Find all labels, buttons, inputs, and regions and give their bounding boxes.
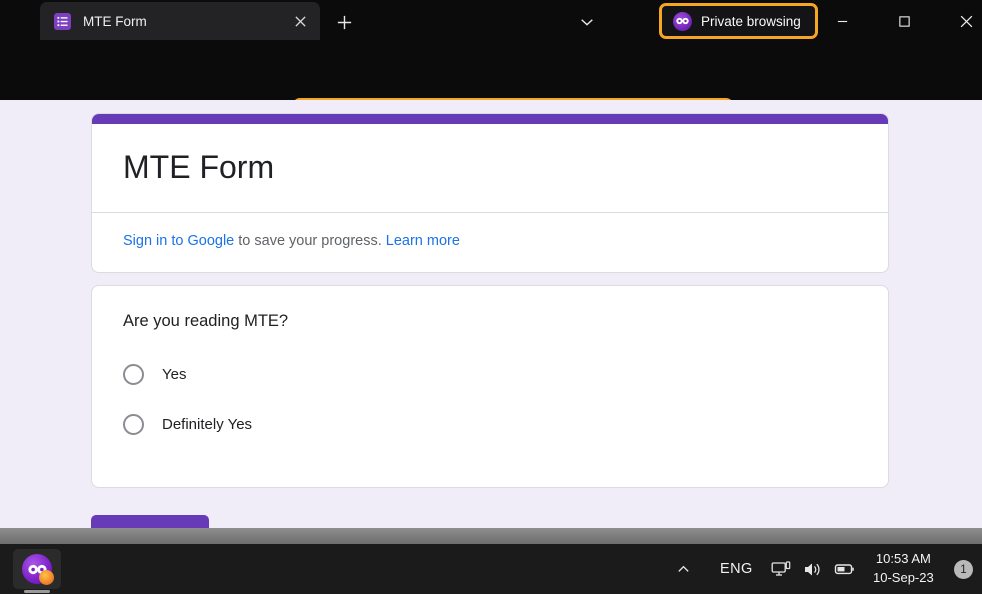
option-label: Yes xyxy=(162,366,186,383)
notification-badge[interactable]: 1 xyxy=(954,560,973,579)
private-mask-icon xyxy=(673,12,692,31)
form-header-card: MTE Form Sign in to Google to save your … xyxy=(91,113,889,273)
taskbar-app-firefox-private[interactable] xyxy=(13,549,61,589)
form-title: MTE Form xyxy=(92,124,888,212)
question-title: Are you reading MTE? xyxy=(123,310,864,333)
clock-date: 10-Sep-23 xyxy=(873,569,934,588)
clock-time: 10:53 AM xyxy=(876,550,931,569)
new-tab-button[interactable] xyxy=(330,8,358,36)
screen: MTE Form xyxy=(0,0,982,594)
submit-button[interactable] xyxy=(91,515,209,528)
signin-notice: Sign in to Google to save your progress.… xyxy=(92,213,888,272)
radio-option-definitely-yes[interactable]: Definitely Yes xyxy=(123,409,864,441)
browser-tab[interactable]: MTE Form xyxy=(40,2,320,40)
page-viewport: MTE Form Sign in to Google to save your … xyxy=(0,100,982,528)
question-card: Are you reading MTE? Yes Definitely Yes xyxy=(91,285,889,487)
window-minimize-button[interactable] xyxy=(824,3,860,39)
battery-icon[interactable] xyxy=(833,544,855,594)
navigation-toolbar: https://docs.google.com/forms/d/e/1FAIpQ… xyxy=(0,44,982,100)
google-forms-favicon-icon xyxy=(54,13,71,30)
radio-option-yes[interactable]: Yes xyxy=(123,359,864,391)
window-close-button[interactable] xyxy=(948,3,982,39)
firefox-flame-icon xyxy=(39,570,54,585)
private-mask-icon xyxy=(22,554,52,584)
options-list: Yes Definitely Yes xyxy=(123,359,864,441)
sign-in-link[interactable]: Sign in to Google xyxy=(123,233,234,249)
learn-more-link[interactable]: Learn more xyxy=(386,233,460,249)
language-indicator[interactable]: ENG xyxy=(720,544,753,594)
radio-button-icon[interactable] xyxy=(123,364,144,385)
tab-strip: MTE Form xyxy=(0,0,982,44)
option-label: Definitely Yes xyxy=(162,416,252,433)
taskbar-active-indicator xyxy=(24,590,50,593)
window-bottom-edge xyxy=(0,528,982,544)
clock[interactable]: 10:53 AM 10-Sep-23 xyxy=(873,544,934,594)
tab-title: MTE Form xyxy=(83,14,288,29)
volume-icon[interactable] xyxy=(803,544,822,594)
signin-body-text: to save your progress. xyxy=(234,233,386,249)
taskbar: ENG 10:53 AM 10-Sep- xyxy=(0,544,982,594)
radio-button-icon[interactable] xyxy=(123,414,144,435)
browser-chrome: MTE Form xyxy=(0,0,982,100)
form-container: MTE Form Sign in to Google to save your … xyxy=(91,113,889,488)
window-maximize-button[interactable] xyxy=(886,3,922,39)
show-hidden-icons-chevron-up-icon[interactable] xyxy=(676,544,691,594)
form-accent-strip xyxy=(92,114,888,124)
tab-close-icon[interactable] xyxy=(288,9,312,33)
list-all-tabs-chevron-down-icon[interactable] xyxy=(572,8,602,36)
network-display-icon[interactable] xyxy=(771,544,791,594)
private-browsing-badge[interactable]: Private browsing xyxy=(659,3,818,39)
private-browsing-label: Private browsing xyxy=(701,14,801,29)
